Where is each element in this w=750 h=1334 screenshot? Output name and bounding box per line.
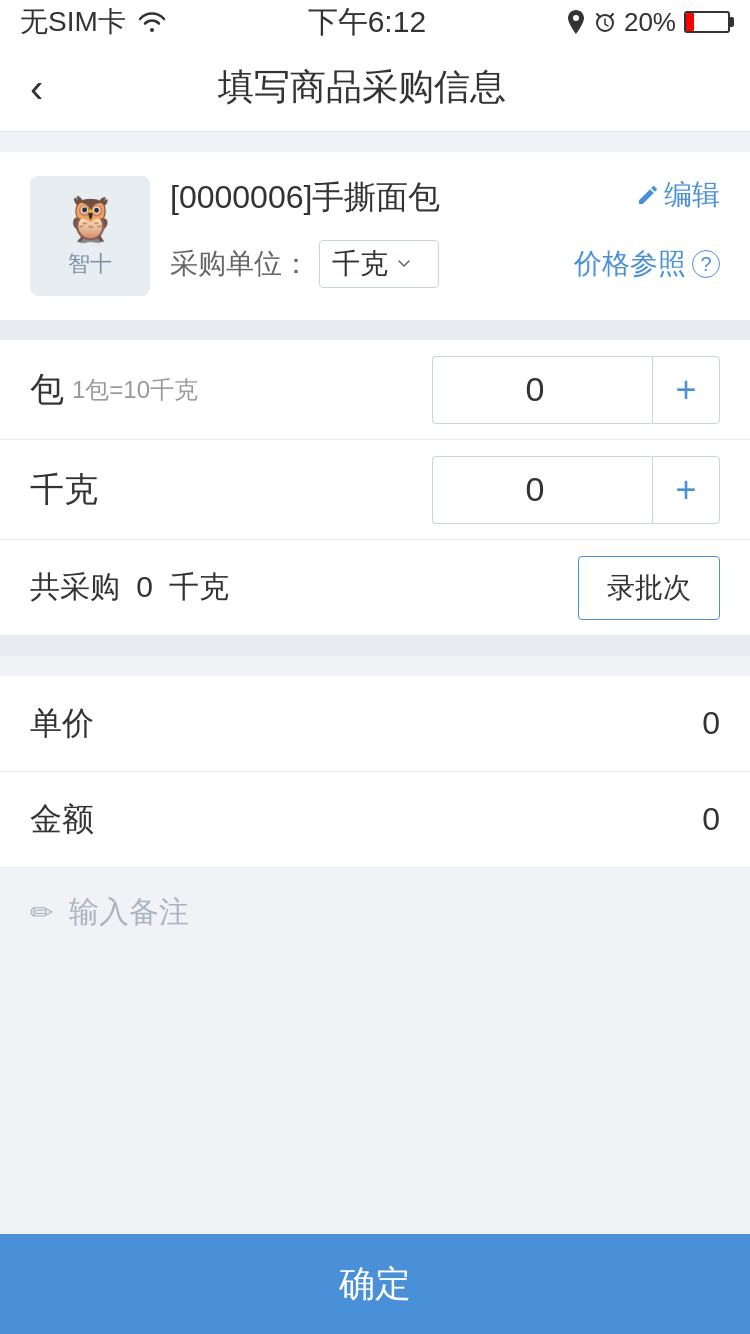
- product-unit-row: 采购单位： 千克 价格参照 ?: [170, 240, 720, 288]
- battery-percent: 20%: [624, 7, 676, 38]
- nav-bar: ‹ 填写商品采购信息: [0, 44, 750, 132]
- kg-label: 千克: [30, 467, 98, 513]
- unit-value: 千克: [332, 245, 388, 283]
- help-icon: ?: [692, 250, 720, 278]
- status-left: 无SIM卡: [20, 3, 168, 41]
- product-img-label: 智十: [68, 249, 112, 279]
- price-ref-label: 价格参照: [574, 245, 686, 283]
- bao-input-right: +: [432, 356, 720, 424]
- product-info: [0000006]手撕面包 编辑 采购单位： 千克 价格参照: [170, 176, 720, 288]
- section-divider-2: [0, 636, 750, 656]
- amount-value: 0: [702, 801, 720, 838]
- unit-label: 采购单位：: [170, 248, 310, 279]
- back-button[interactable]: ‹: [30, 68, 43, 108]
- edit-button[interactable]: 编辑: [636, 176, 720, 214]
- unit-select[interactable]: 千克: [319, 240, 439, 288]
- total-prefix: 共采购: [30, 570, 120, 603]
- quantity-section: 包 1包=10千克 + 千克 +: [0, 340, 750, 540]
- bottom-filler: [0, 957, 750, 1257]
- edit-label: 编辑: [664, 176, 720, 214]
- product-name-row: [0000006]手撕面包 编辑: [170, 176, 720, 220]
- status-right: 20%: [566, 7, 730, 38]
- carrier-label: 无SIM卡: [20, 3, 126, 41]
- product-image: 🦉 智十: [30, 176, 150, 296]
- confirm-label: 确定: [339, 1260, 411, 1309]
- total-unit: 千克: [169, 570, 229, 603]
- wifi-icon: [136, 10, 168, 34]
- remarks-section[interactable]: ✏ 输入备注: [0, 868, 750, 957]
- bao-plus-icon: +: [675, 369, 696, 411]
- total-text: 共采购 0 千克: [30, 567, 229, 608]
- bao-input-row: 包 1包=10千克 +: [0, 340, 750, 440]
- status-time: 下午6:12: [308, 2, 426, 43]
- amount-row: 金额 0: [0, 772, 750, 868]
- kg-plus-button[interactable]: +: [652, 456, 720, 524]
- price-reference-button[interactable]: 价格参照 ?: [574, 245, 720, 283]
- bao-quantity-input[interactable]: [432, 356, 652, 424]
- bao-sublabel: 1包=10千克: [72, 374, 198, 406]
- unit-price-row: 单价 0: [0, 676, 750, 772]
- bao-label: 包: [30, 367, 64, 413]
- unit-price-value: 0: [702, 705, 720, 742]
- unit-label-group: 采购单位： 千克: [170, 240, 439, 288]
- batch-button[interactable]: 录批次: [578, 556, 720, 620]
- confirm-button[interactable]: 确定: [0, 1234, 750, 1334]
- total-row: 共采购 0 千克 录批次: [0, 540, 750, 636]
- kg-input-row: 千克 +: [0, 440, 750, 540]
- edit-icon: [636, 183, 660, 207]
- location-icon: [566, 10, 586, 34]
- battery-icon: [684, 11, 730, 33]
- amount-label: 金额: [30, 798, 94, 842]
- price-section: 单价 0 金额 0: [0, 676, 750, 868]
- kg-input-right: +: [432, 456, 720, 524]
- status-bar: 无SIM卡 下午6:12 20%: [0, 0, 750, 44]
- product-card: 🦉 智十 [0000006]手撕面包 编辑 采购单位： 千克: [0, 152, 750, 320]
- product-name: [0000006]手撕面包: [170, 176, 440, 220]
- pencil-icon: ✏: [30, 896, 53, 929]
- alarm-icon: [594, 10, 616, 34]
- section-divider-1: [0, 320, 750, 340]
- chevron-down-icon: [394, 254, 414, 274]
- kg-plus-icon: +: [675, 469, 696, 511]
- remarks-placeholder: 输入备注: [69, 892, 189, 933]
- total-value: 0: [136, 570, 153, 603]
- unit-price-label: 单价: [30, 702, 94, 746]
- kg-quantity-input[interactable]: [432, 456, 652, 524]
- page-title: 填写商品采购信息: [63, 63, 660, 112]
- bao-plus-button[interactable]: +: [652, 356, 720, 424]
- product-owl-icon: 🦉: [63, 193, 118, 245]
